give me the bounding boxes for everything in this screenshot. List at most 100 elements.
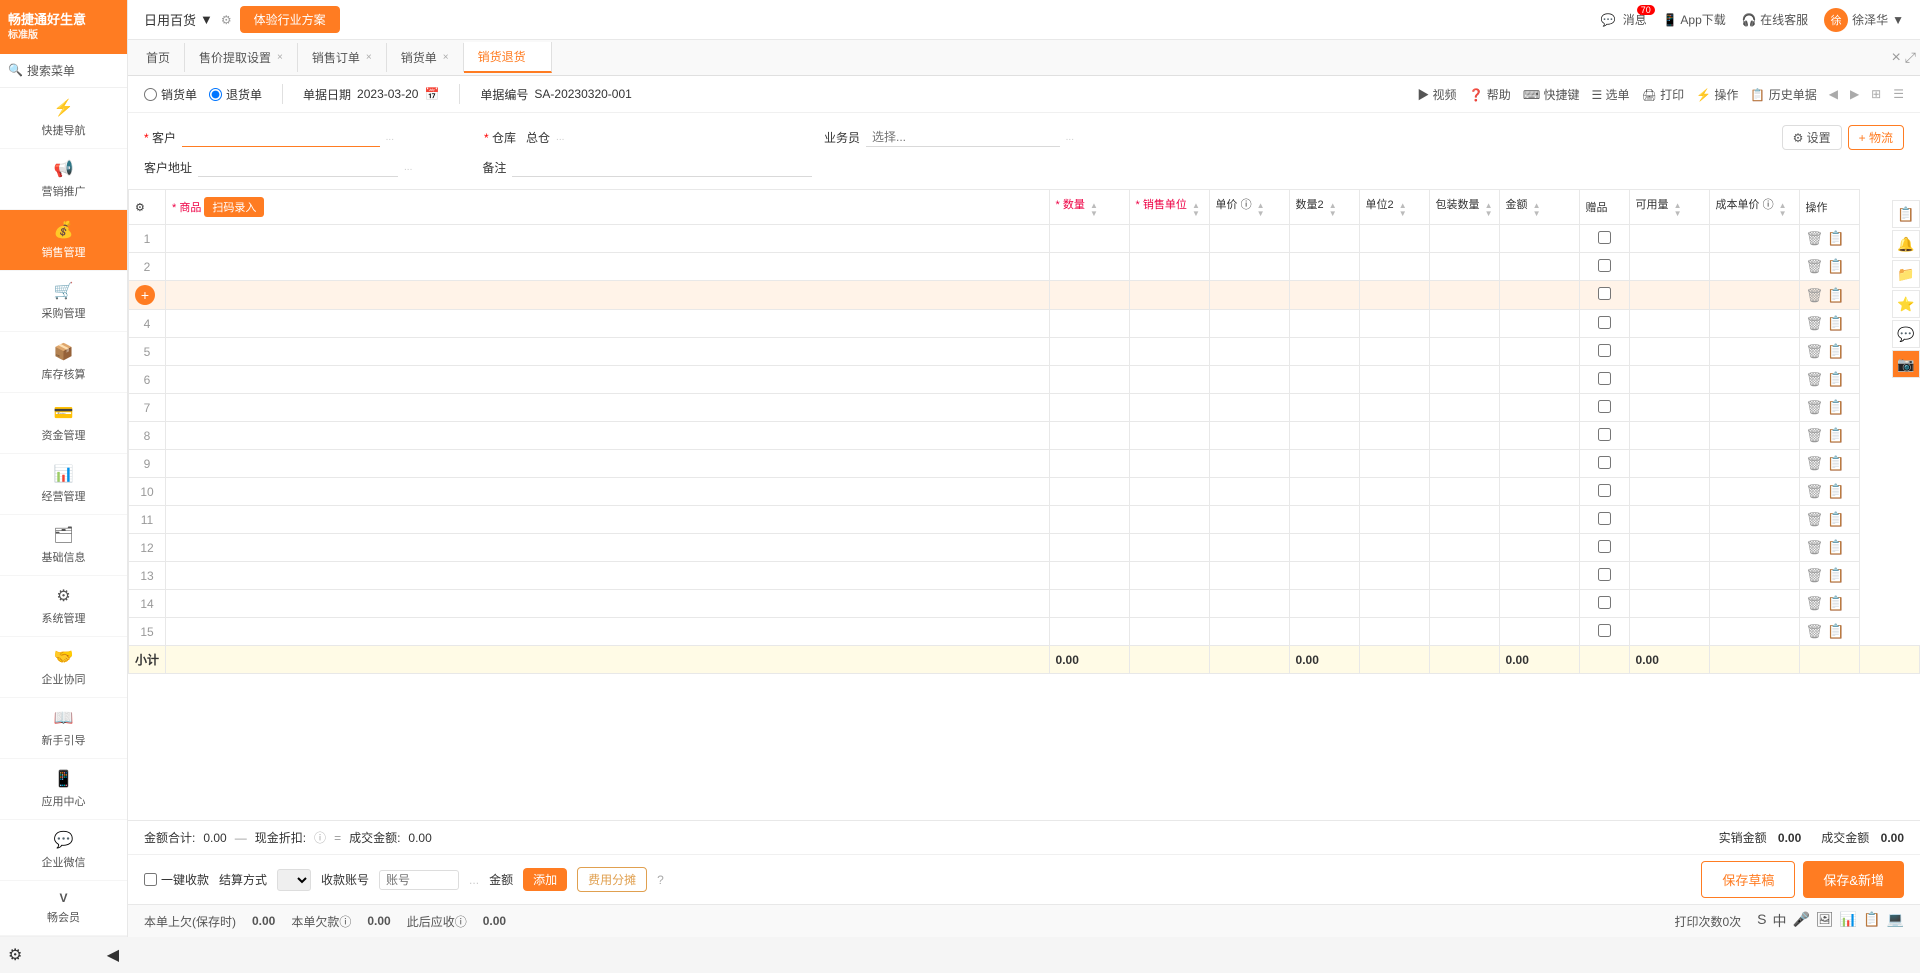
calendar-icon[interactable]: 📅 (424, 87, 439, 101)
unit2-cell[interactable] (1359, 506, 1429, 534)
customer-picker-btn[interactable]: ... (386, 132, 394, 143)
amount-cell[interactable] (1499, 422, 1579, 450)
delete-row-btn[interactable]: 🗑 (1806, 287, 1824, 304)
collapse-icon[interactable]: ◀ (107, 945, 119, 965)
tab-home[interactable]: 首页 (132, 43, 185, 72)
unit2-cell[interactable] (1359, 590, 1429, 618)
product-cell[interactable] (166, 478, 1050, 506)
cost-cell[interactable] (1709, 534, 1799, 562)
unit-cell[interactable] (1129, 422, 1209, 450)
amount-cell[interactable] (1499, 534, 1579, 562)
avail-cell[interactable] (1629, 281, 1709, 310)
price-cell[interactable] (1209, 506, 1289, 534)
expense-split-btn[interactable]: 费用分摊 (577, 867, 647, 892)
experience-btn[interactable]: 体验行业方案 (240, 6, 340, 33)
scan-btn[interactable]: 扫码录入 (204, 197, 264, 217)
avail-cell[interactable] (1629, 394, 1709, 422)
customer-input[interactable] (182, 128, 380, 147)
qty2-cell[interactable] (1289, 225, 1359, 253)
qty2-cell[interactable] (1289, 422, 1359, 450)
cost-cell[interactable] (1709, 281, 1799, 310)
sticky-note-icon[interactable]: 📋 (1892, 200, 1920, 228)
price-cell[interactable] (1209, 366, 1289, 394)
price-cell[interactable] (1209, 338, 1289, 366)
logistics-btn[interactable]: + 物流 (1848, 125, 1904, 150)
pkg-cell[interactable] (1429, 225, 1499, 253)
delete-row-btn[interactable]: 🗑 (1806, 427, 1824, 444)
product-cell[interactable] (166, 422, 1050, 450)
product-cell[interactable] (166, 450, 1050, 478)
tab-close-all[interactable]: × (1891, 49, 1900, 67)
product-cell[interactable] (166, 281, 1050, 310)
price-cell[interactable] (1209, 478, 1289, 506)
cost-cell[interactable] (1709, 506, 1799, 534)
gift-cell[interactable] (1579, 506, 1629, 534)
add-row-btn[interactable]: + (135, 285, 155, 305)
amount-cell[interactable] (1499, 450, 1579, 478)
tab-close-sales-return[interactable]: × (532, 51, 538, 62)
amount-cell[interactable] (1499, 478, 1579, 506)
doc-icon[interactable]: 📋 (1863, 911, 1880, 931)
sticky-alert-icon[interactable]: 🔔 (1892, 230, 1920, 258)
gift-cell[interactable] (1579, 225, 1629, 253)
qty-cell[interactable] (1049, 590, 1129, 618)
sidebar-item-sales[interactable]: 💰 销售管理 (0, 210, 127, 271)
price-cell[interactable] (1209, 281, 1289, 310)
qty-cell[interactable] (1049, 338, 1129, 366)
unit2-cell[interactable] (1359, 534, 1429, 562)
pkg-cell[interactable] (1429, 506, 1499, 534)
sidebar-item-member[interactable]: V 畅会员 (0, 881, 127, 936)
qty-cell[interactable] (1049, 253, 1129, 281)
unit2-cell[interactable] (1359, 478, 1429, 506)
copy-row-btn[interactable]: 📋 (1827, 287, 1844, 304)
radio-return[interactable]: 退货单 (209, 86, 262, 103)
qty2-cell[interactable] (1289, 394, 1359, 422)
account-picker[interactable]: ... (469, 873, 479, 887)
col-amount[interactable]: 金额 ▲▼ (1499, 190, 1579, 225)
address-picker-btn[interactable]: ... (404, 162, 412, 173)
sidebar-item-basic-info[interactable]: 🗂 基础信息 (0, 515, 127, 576)
product-cell[interactable] (166, 394, 1050, 422)
gift-checkbox[interactable] (1598, 484, 1611, 497)
grid-view-icon[interactable]: ⊞ (1871, 87, 1881, 101)
sticky-chat-icon[interactable]: 💬 (1892, 320, 1920, 348)
product-cell[interactable] (166, 253, 1050, 281)
qty2-cell[interactable] (1289, 310, 1359, 338)
mic-icon[interactable]: 🎤 (1792, 911, 1809, 931)
salesperson-input[interactable] (866, 128, 1060, 147)
unit-cell[interactable] (1129, 562, 1209, 590)
select-btn[interactable]: ☰ 选单 (1591, 86, 1629, 103)
gift-cell[interactable] (1579, 562, 1629, 590)
gift-checkbox[interactable] (1598, 540, 1611, 553)
pkg-cell[interactable] (1429, 338, 1499, 366)
user-area[interactable]: 徐 徐泽华 ▼ (1824, 8, 1904, 32)
tab-expand-icon[interactable]: ⤢ (1905, 49, 1916, 66)
cost-cell[interactable] (1709, 225, 1799, 253)
amount-cell[interactable] (1499, 281, 1579, 310)
avail-cell[interactable] (1629, 618, 1709, 646)
tab-sales-return[interactable]: 销货退货 × (464, 42, 553, 73)
col-unit2[interactable]: 单位2 ▲▼ (1359, 190, 1429, 225)
delete-row-btn[interactable]: 🗑 (1806, 343, 1824, 360)
amount-cell[interactable] (1499, 506, 1579, 534)
qty-cell[interactable] (1049, 618, 1129, 646)
avail-cell[interactable] (1629, 450, 1709, 478)
gift-cell[interactable] (1579, 394, 1629, 422)
sidebar-search[interactable]: 🔍 搜索菜单 (0, 54, 127, 88)
delete-row-btn[interactable]: 🗑 (1806, 258, 1824, 275)
gift-cell[interactable] (1579, 590, 1629, 618)
tab-close-sales[interactable]: × (443, 52, 449, 63)
tab-price-settings[interactable]: 售价提取设置 × (185, 43, 298, 72)
pkg-cell[interactable] (1429, 253, 1499, 281)
zh-icon[interactable]: 中 (1772, 911, 1786, 931)
unit-cell[interactable] (1129, 225, 1209, 253)
qty2-cell[interactable] (1289, 562, 1359, 590)
col-price[interactable]: 单价 ⓘ ▲▼ (1209, 190, 1289, 225)
unit2-cell[interactable] (1359, 253, 1429, 281)
settings-icon[interactable]: ⚙ (8, 945, 22, 965)
gift-checkbox[interactable] (1598, 512, 1611, 525)
copy-row-btn[interactable]: 📋 (1827, 455, 1844, 472)
product-cell[interactable] (166, 310, 1050, 338)
pkg-cell[interactable] (1429, 310, 1499, 338)
copy-row-btn[interactable]: 📋 (1827, 399, 1844, 416)
